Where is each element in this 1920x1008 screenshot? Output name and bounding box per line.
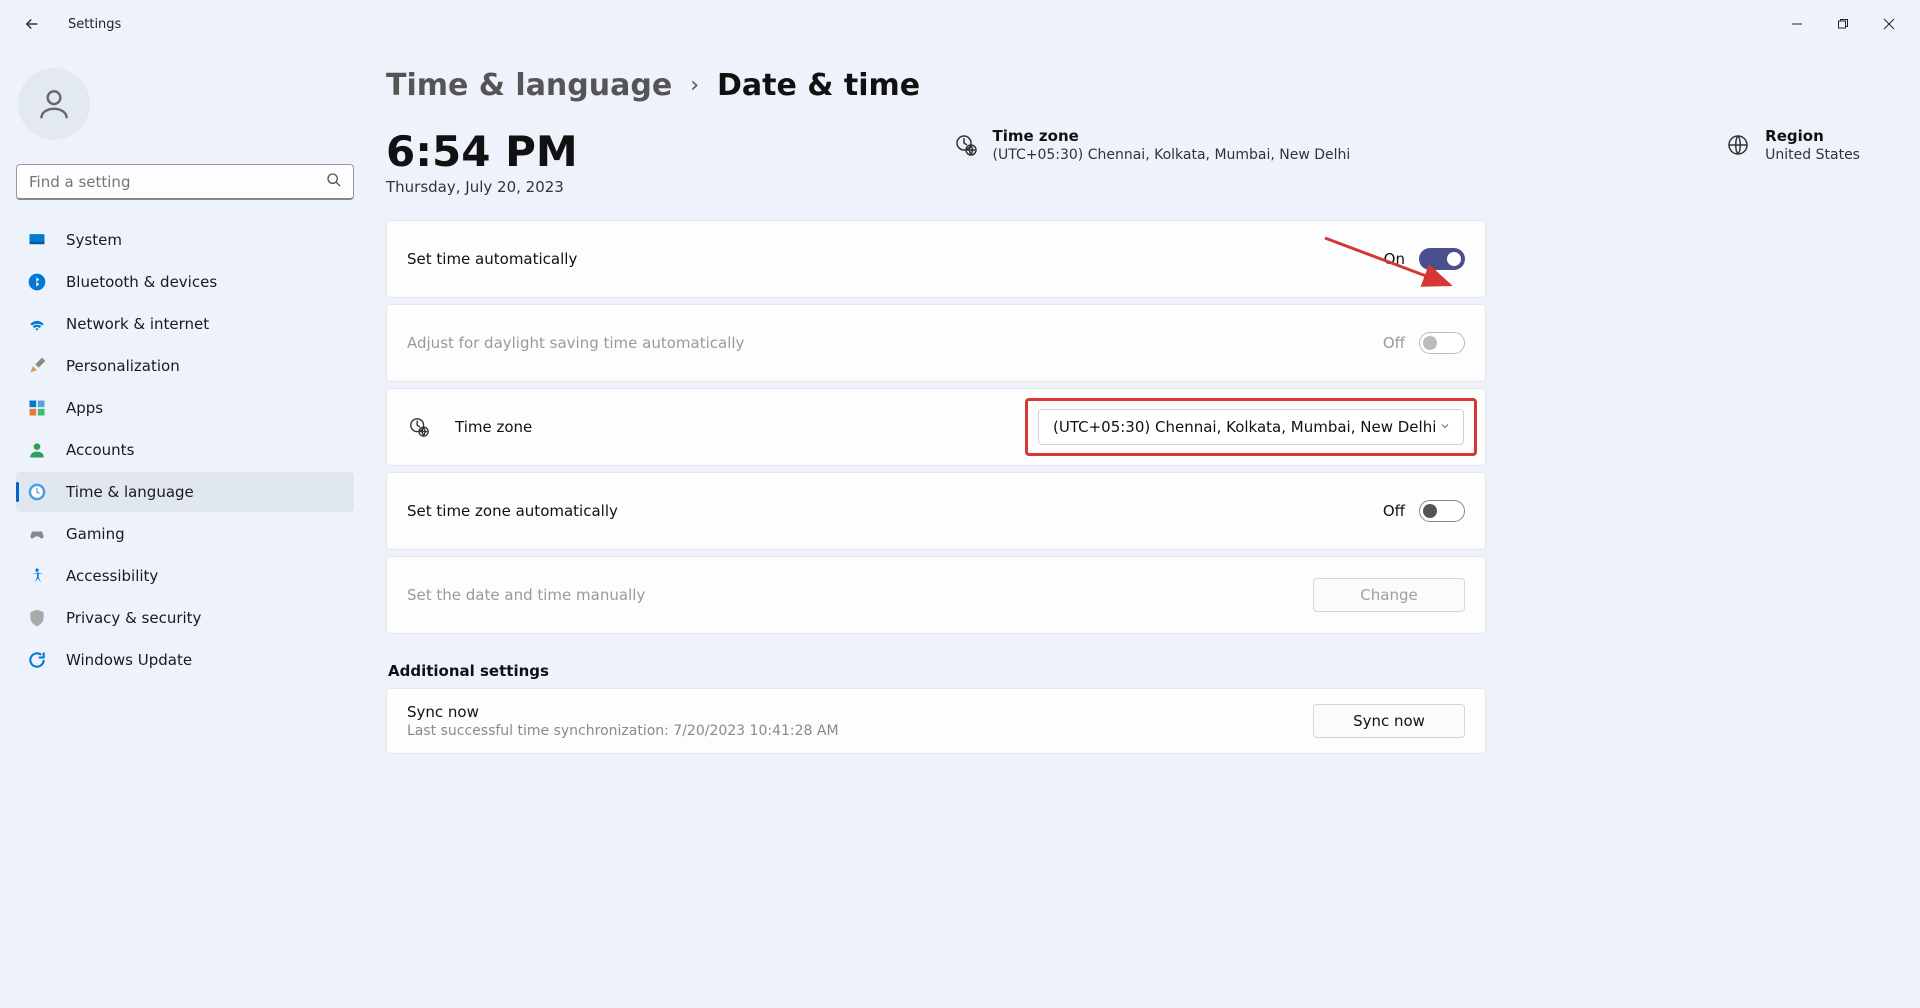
timezone-value: (UTC+05:30) Chennai, Kolkata, Mumbai, Ne… (993, 147, 1351, 163)
app-title: Settings (68, 17, 121, 32)
close-button[interactable] (1866, 8, 1912, 40)
back-button[interactable] (16, 8, 48, 40)
sidebar-item-gaming[interactable]: Gaming (16, 514, 354, 554)
setting-timezone: Time zone (UTC+05:30) Chennai, Kolkata, … (386, 388, 1486, 466)
sidebar-item-label: Accounts (66, 441, 134, 459)
maximize-button[interactable] (1820, 8, 1866, 40)
toggle-set-tz-auto[interactable] (1419, 500, 1465, 522)
setting-set-tz-auto: Set time zone automatically Off (386, 472, 1486, 550)
sidebar-item-label: Time & language (66, 483, 194, 501)
sidebar-item-label: Gaming (66, 525, 125, 543)
breadcrumb: Time & language › Date & time (386, 68, 1880, 103)
setting-label: Set time zone automatically (407, 502, 618, 520)
sync-subtitle: Last successful time synchronization: 7/… (407, 723, 839, 739)
minimize-button[interactable] (1774, 8, 1820, 40)
clock-globe-icon (26, 481, 48, 503)
setting-label: Set the date and time manually (407, 586, 645, 604)
display-icon (26, 229, 48, 251)
sidebar-item-label: System (66, 231, 122, 249)
toggle-state-label: Off (1383, 502, 1405, 520)
globe-icon (1725, 132, 1751, 158)
sidebar-item-label: Personalization (66, 357, 180, 375)
annotation-highlight: (UTC+05:30) Chennai, Kolkata, Mumbai, Ne… (1025, 398, 1477, 456)
setting-label: Adjust for daylight saving time automati… (407, 334, 744, 352)
chevron-right-icon: › (690, 73, 699, 98)
sidebar-item-label: Bluetooth & devices (66, 273, 217, 291)
clock-globe-icon (953, 132, 979, 158)
region-title: Region (1765, 127, 1860, 145)
sidebar: System Bluetooth & devices Network & int… (0, 48, 370, 1008)
sidebar-item-time-language[interactable]: Time & language (16, 472, 354, 512)
search-icon (326, 172, 342, 192)
clock-globe-icon (407, 415, 431, 439)
avatar[interactable] (18, 68, 90, 140)
sidebar-item-label: Windows Update (66, 651, 192, 669)
breadcrumb-parent[interactable]: Time & language (386, 68, 672, 103)
sidebar-item-label: Privacy & security (66, 609, 201, 627)
shield-icon (26, 607, 48, 629)
search-container (16, 164, 354, 200)
titlebar: Settings (0, 0, 1920, 48)
sync-card: Sync now Last successful time synchroniz… (386, 688, 1486, 754)
update-icon (26, 649, 48, 671)
sidebar-item-label: Apps (66, 399, 103, 417)
setting-set-manual: Set the date and time manually Change (386, 556, 1486, 634)
search-input[interactable] (16, 164, 354, 200)
setting-set-time-auto: Set time automatically On (386, 220, 1486, 298)
timezone-title: Time zone (993, 127, 1351, 145)
region-info: Region United States (1725, 127, 1860, 163)
timezone-info: Time zone (UTC+05:30) Chennai, Kolkata, … (953, 127, 1351, 163)
apps-icon (26, 397, 48, 419)
sidebar-item-apps[interactable]: Apps (16, 388, 354, 428)
setting-label: Set time automatically (407, 250, 577, 268)
person-icon (26, 439, 48, 461)
main-content: Time & language › Date & time 6:54 PM Th… (370, 48, 1920, 1008)
setting-dst-auto: Adjust for daylight saving time automati… (386, 304, 1486, 382)
sidebar-item-accounts[interactable]: Accounts (16, 430, 354, 470)
settings-cards: Set time automatically On Adjust for day… (386, 220, 1486, 634)
chevron-down-icon (1439, 418, 1451, 436)
current-time: 6:54 PM (386, 127, 578, 176)
toggle-set-time-auto[interactable] (1419, 248, 1465, 270)
sidebar-item-accessibility[interactable]: Accessibility (16, 556, 354, 596)
toggle-state-label: On (1384, 250, 1405, 268)
clock-block: 6:54 PM Thursday, July 20, 2023 (386, 127, 578, 196)
sidebar-item-privacy[interactable]: Privacy & security (16, 598, 354, 638)
sync-title: Sync now (407, 703, 839, 721)
bluetooth-icon (26, 271, 48, 293)
paintbrush-icon (26, 355, 48, 377)
sidebar-item-bluetooth[interactable]: Bluetooth & devices (16, 262, 354, 302)
setting-label: Time zone (455, 418, 532, 436)
sidebar-item-update[interactable]: Windows Update (16, 640, 354, 680)
gamepad-icon (26, 523, 48, 545)
sidebar-item-personalization[interactable]: Personalization (16, 346, 354, 386)
sidebar-item-system[interactable]: System (16, 220, 354, 260)
dropdown-selected: (UTC+05:30) Chennai, Kolkata, Mumbai, Ne… (1053, 418, 1436, 436)
wifi-icon (26, 313, 48, 335)
page-title: Date & time (717, 68, 920, 103)
change-button: Change (1313, 578, 1465, 612)
timezone-dropdown[interactable]: (UTC+05:30) Chennai, Kolkata, Mumbai, Ne… (1038, 409, 1464, 445)
overview-row: 6:54 PM Thursday, July 20, 2023 Time zon… (386, 127, 1880, 196)
sidebar-item-label: Accessibility (66, 567, 158, 585)
sidebar-item-network[interactable]: Network & internet (16, 304, 354, 344)
sync-now-button[interactable]: Sync now (1313, 704, 1465, 738)
accessibility-icon (26, 565, 48, 587)
current-date: Thursday, July 20, 2023 (386, 178, 578, 196)
additional-settings-heading: Additional settings (388, 662, 1880, 680)
toggle-state-label: Off (1383, 334, 1405, 352)
toggle-dst-auto (1419, 332, 1465, 354)
sidebar-item-label: Network & internet (66, 315, 209, 333)
region-value: United States (1765, 147, 1860, 163)
window-controls (1774, 8, 1912, 40)
nav: System Bluetooth & devices Network & int… (16, 220, 354, 680)
